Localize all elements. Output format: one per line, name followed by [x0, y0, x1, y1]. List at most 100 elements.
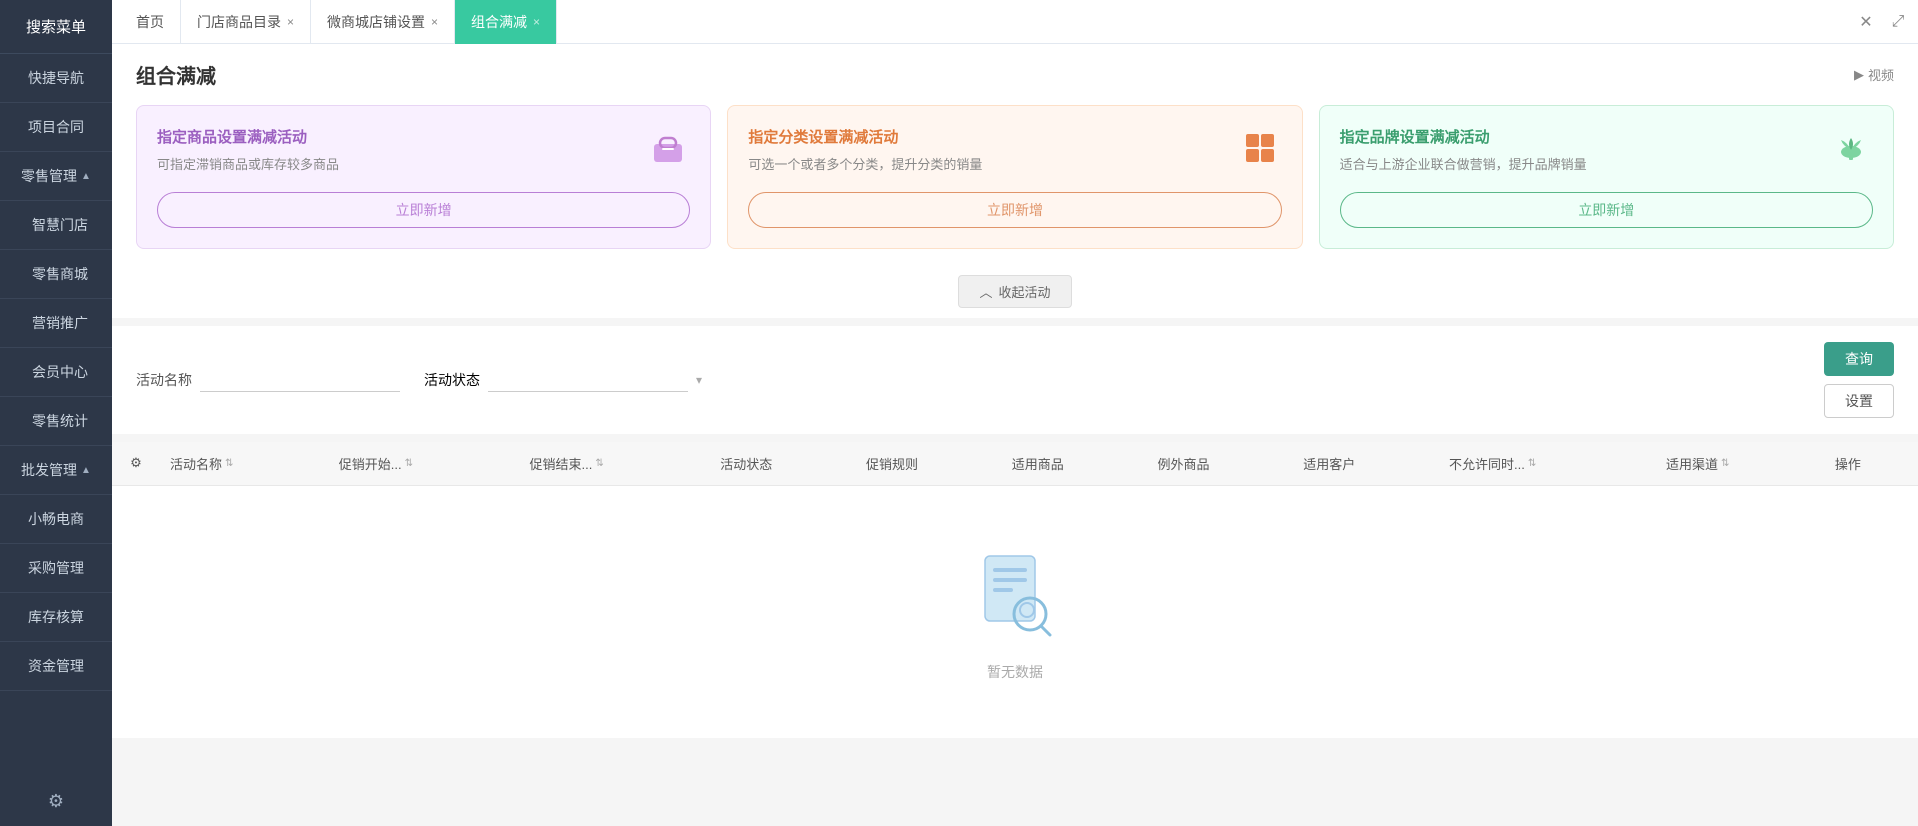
table-wrap: ⚙ 活动名称 ⇅ 促销开始... [112, 442, 1918, 486]
settings-icon[interactable]: ⚙ [0, 777, 112, 826]
col-no-overlap-label: 不允许同时... [1449, 454, 1525, 473]
sidebar-item-label: 零售统计 [32, 411, 88, 431]
sidebar-item-label: 会员中心 [32, 362, 88, 382]
tabbar: 首页 门店商品目录 × 微商城店铺设置 × 组合满减 × ✕ ⤢ [112, 0, 1918, 44]
sidebar-item-retail-management[interactable]: 零售管理 ▲ [0, 152, 112, 201]
col-status: 活动状态 [710, 442, 856, 486]
data-table: ⚙ 活动名称 ⇅ 促销开始... [112, 442, 1918, 486]
sidebar-item-label: 资金管理 [28, 656, 84, 676]
category-card: 指定分类设置满减活动 可选一个或者多个分类，提升分类的销量 立即新增 [727, 105, 1302, 249]
brand-card-add-button[interactable]: 立即新增 [1340, 192, 1873, 228]
col-channel[interactable]: 适用渠道 ⇅ [1656, 442, 1825, 486]
tab-store-catalog-label: 门店商品目录 [197, 12, 281, 32]
search-bar: 活动名称 活动状态 进行中 已结束 未开始 ▾ 查询 设置 [112, 326, 1918, 434]
sidebar-item-label: 采购管理 [28, 558, 84, 578]
tab-home-label: 首页 [136, 12, 164, 32]
sidebar: 搜索菜单 快捷导航 项目合同 零售管理 ▲ 智慧门店 零售商城 营销推广 会员中… [0, 0, 112, 826]
sidebar-item-xiaochangec[interactable]: 小畅电商 [0, 495, 112, 544]
sort-icon: ⇅ [595, 458, 603, 469]
category-card-add-button[interactable]: 立即新增 [748, 192, 1281, 228]
sort-icon: ⇅ [405, 458, 413, 469]
col-exclude-label: 例外商品 [1157, 457, 1209, 472]
collapse-bar: ︿ 收起活动 [112, 265, 1918, 318]
close-icon[interactable]: × [431, 15, 438, 29]
activity-status-field: 活动状态 进行中 已结束 未开始 ▾ [424, 367, 1800, 392]
sidebar-item-retail-mall[interactable]: 零售商城 [0, 250, 112, 299]
tab-wechat-store-label: 微商城店铺设置 [327, 12, 425, 32]
product-card-title: 指定商品设置满减活动 [157, 126, 690, 147]
sort-icon: ⇅ [1721, 458, 1729, 469]
empty-illustration [965, 546, 1065, 646]
sidebar-search[interactable]: 搜索菜单 [0, 0, 112, 54]
tab-combo-discount[interactable]: 组合满减 × [455, 0, 557, 44]
col-end-label: 促销结束... [530, 454, 593, 473]
sort-icon: ⇅ [225, 458, 233, 469]
col-exclude: 例外商品 [1147, 442, 1293, 486]
maximize-button[interactable]: ⤢ [1886, 10, 1910, 34]
activity-status-select[interactable]: 进行中 已结束 未开始 [488, 367, 688, 392]
play-icon: ▶ [1854, 67, 1864, 83]
sidebar-item-quick-nav[interactable]: 快捷导航 [0, 54, 112, 103]
query-button[interactable]: 查询 [1824, 342, 1894, 376]
brand-card: 指定品牌设置满减活动 适合与上游企业联合做营销，提升品牌销量 立即新增 [1319, 105, 1894, 249]
content-area: 组合满减 ▶ 视频 指定商品设置满减活动 [112, 44, 1918, 826]
gear-icon: ⚙ [130, 455, 142, 470]
sidebar-item-label: 营销推广 [32, 313, 88, 333]
col-rule: 促销规则 [856, 442, 1002, 486]
expand-arrow-icon: ▲ [81, 465, 91, 476]
activity-name-field: 活动名称 [136, 367, 400, 392]
product-card-icon [646, 126, 690, 170]
expand-arrow-icon: ▲ [81, 171, 91, 182]
table-section: ⚙ 活动名称 ⇅ 促销开始... [112, 442, 1918, 738]
sidebar-item-project-contract[interactable]: 项目合同 [0, 103, 112, 152]
settings-button[interactable]: 设置 [1824, 384, 1894, 418]
search-actions: 查询 设置 [1824, 342, 1894, 418]
video-label: 视频 [1868, 65, 1894, 84]
col-channel-label: 适用渠道 [1666, 454, 1718, 473]
tab-controls: ✕ ⤢ [1854, 10, 1910, 34]
brand-card-desc: 适合与上游企业联合做营销，提升品牌销量 [1340, 155, 1873, 176]
col-no-overlap[interactable]: 不允许同时... ⇅ [1439, 442, 1656, 486]
col-goods: 适用商品 [1002, 442, 1148, 486]
sidebar-item-smart-store[interactable]: 智慧门店 [0, 201, 112, 250]
collapse-activity-button[interactable]: ︿ 收起活动 [958, 275, 1071, 308]
empty-state: 暂无数据 [112, 486, 1918, 722]
col-start[interactable]: 促销开始... ⇅ [329, 442, 520, 486]
sidebar-item-purchase[interactable]: 采购管理 [0, 544, 112, 593]
sort-icon: ⇅ [1528, 458, 1536, 469]
col-end[interactable]: 促销结束... ⇅ [520, 442, 711, 486]
video-link[interactable]: ▶ 视频 [1854, 65, 1894, 84]
tab-wechat-store[interactable]: 微商城店铺设置 × [311, 0, 455, 44]
sidebar-item-inventory[interactable]: 库存核算 [0, 593, 112, 642]
table-header-row: ⚙ 活动名称 ⇅ 促销开始... [112, 442, 1918, 486]
sidebar-item-finance[interactable]: 资金管理 [0, 642, 112, 691]
activity-status-label: 活动状态 [424, 370, 480, 390]
col-rule-label: 促销规则 [866, 457, 918, 472]
col-actions: 操作 [1825, 442, 1918, 486]
main-area: 首页 门店商品目录 × 微商城店铺设置 × 组合满减 × ✕ ⤢ 组合满减 ▶ … [112, 0, 1918, 826]
col-gear[interactable]: ⚙ [112, 442, 160, 486]
product-card: 指定商品设置满减活动 可指定滞销商品或库存较多商品 立即新增 [136, 105, 711, 249]
sidebar-item-member-center[interactable]: 会员中心 [0, 348, 112, 397]
page-title: 组合满减 [136, 60, 216, 89]
tab-home[interactable]: 首页 [120, 0, 181, 44]
tab-store-catalog[interactable]: 门店商品目录 × [181, 0, 311, 44]
sidebar-item-retail-stats[interactable]: 零售统计 [0, 397, 112, 446]
product-card-add-button[interactable]: 立即新增 [157, 192, 690, 228]
chevron-down-icon: ▾ [696, 373, 702, 387]
col-actions-label: 操作 [1835, 457, 1861, 472]
col-customer-label: 适用客户 [1303, 457, 1355, 472]
sidebar-item-label: 零售管理 [21, 166, 77, 186]
sidebar-item-marketing[interactable]: 营销推广 [0, 299, 112, 348]
activity-name-input[interactable] [200, 367, 400, 392]
sidebar-item-label: 库存核算 [28, 607, 84, 627]
col-name[interactable]: 活动名称 ⇅ [160, 442, 329, 486]
close-icon[interactable]: × [287, 15, 294, 29]
brand-card-title: 指定品牌设置满减活动 [1340, 126, 1873, 147]
sidebar-item-wholesale[interactable]: 批发管理 ▲ [0, 446, 112, 495]
close-window-button[interactable]: ✕ [1854, 10, 1878, 34]
collapse-label: 收起活动 [999, 282, 1051, 301]
col-name-label: 活动名称 [170, 454, 222, 473]
close-icon[interactable]: × [533, 15, 540, 29]
brand-card-icon [1829, 126, 1873, 170]
